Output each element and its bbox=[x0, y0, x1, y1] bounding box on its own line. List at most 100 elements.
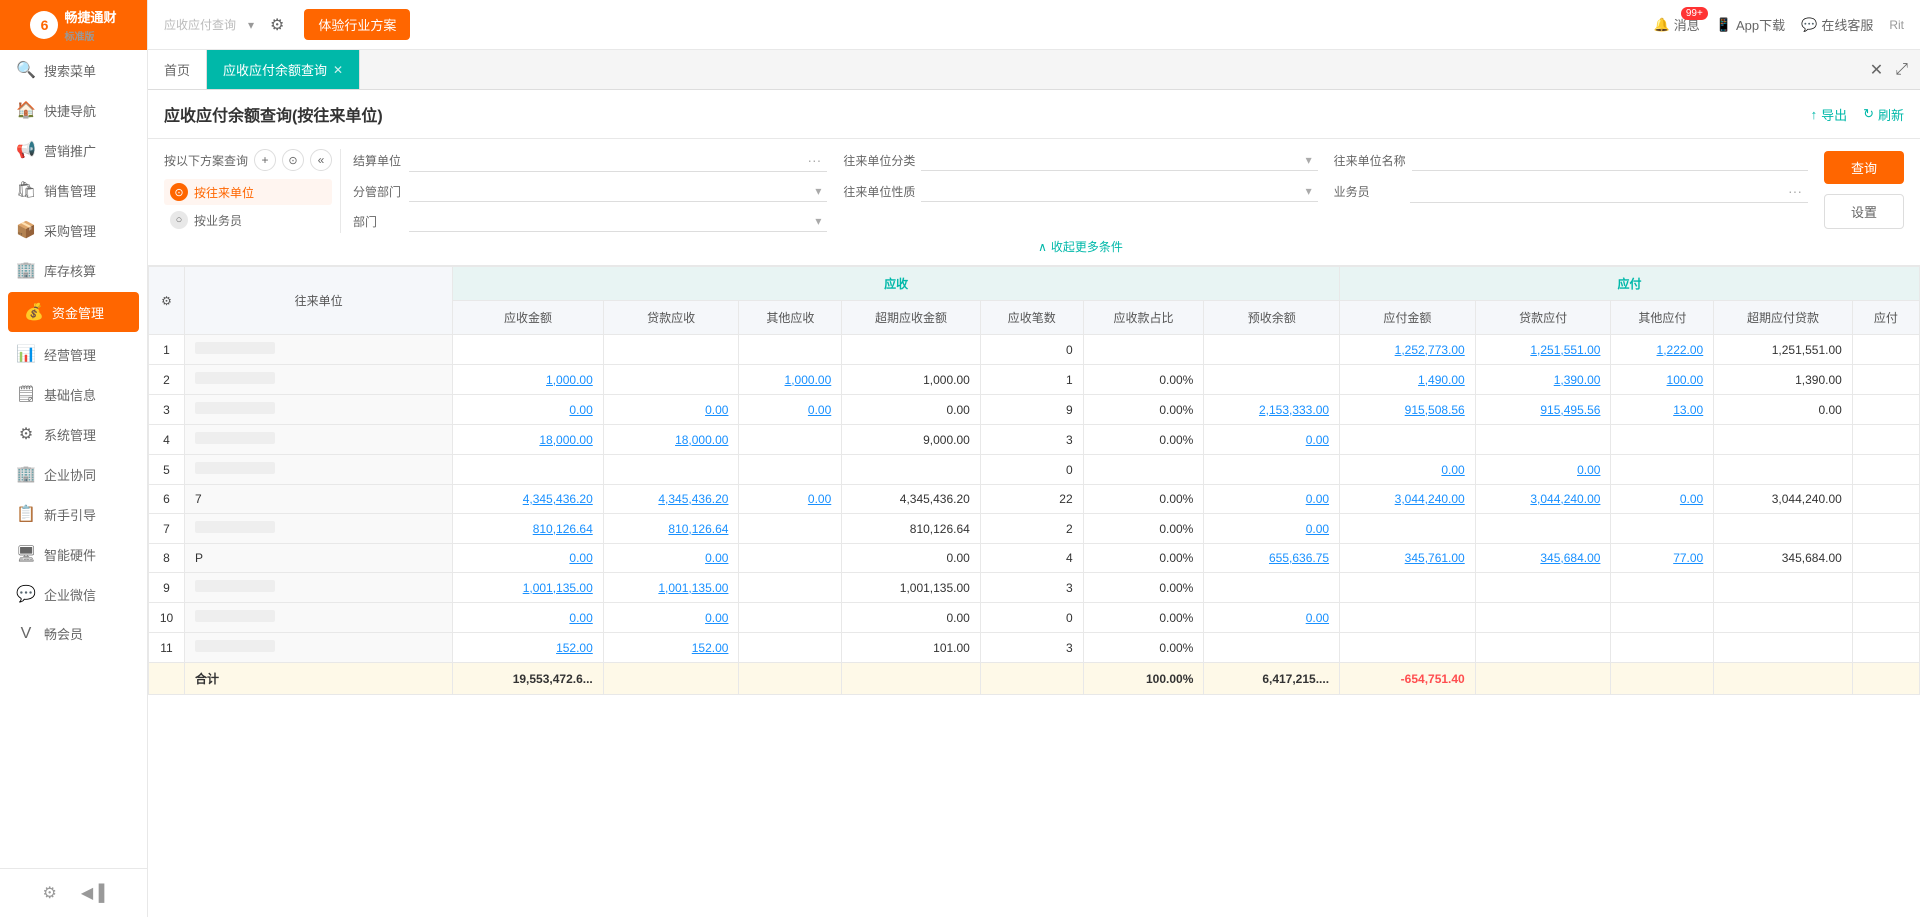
ar-loan-cell[interactable]: 152.00 bbox=[603, 633, 739, 663]
ar-amount-cell[interactable]: 0.00 bbox=[453, 603, 604, 633]
dept-managed-select[interactable]: ▾ bbox=[409, 181, 827, 202]
ap-amount-cell[interactable]: 1,252,773.00 bbox=[1340, 335, 1476, 365]
unit-category-select[interactable]: ▾ bbox=[921, 150, 1317, 171]
ar-overdue-cell[interactable]: 4,345,436.20 bbox=[842, 485, 981, 514]
unit-name-input[interactable] bbox=[1412, 150, 1808, 171]
sidebar-item-finance[interactable]: 💰 资金管理 bbox=[8, 292, 139, 332]
ar-amount-cell[interactable]: 0.00 bbox=[453, 395, 604, 425]
sidebar-item-marketing[interactable]: 📢 营销推广 bbox=[0, 130, 147, 170]
ar-other-cell[interactable]: 0.00 bbox=[739, 485, 842, 514]
tab-home[interactable]: 首页 bbox=[148, 50, 207, 89]
scheme-by-unit[interactable]: ⊙ 按往来单位 bbox=[164, 179, 332, 205]
settlement-unit-input[interactable]: ··· bbox=[409, 149, 827, 172]
ap-other-cell[interactable] bbox=[1611, 425, 1714, 455]
ap-amount-cell[interactable] bbox=[1340, 603, 1476, 633]
ar-other-cell[interactable]: 1,000.00 bbox=[739, 365, 842, 395]
ap-overdue-cell[interactable]: 1,251,551.00 bbox=[1714, 335, 1853, 365]
sidebar-item-guide[interactable]: 📋 新手引导 bbox=[0, 494, 147, 534]
ar-amount-cell[interactable] bbox=[453, 335, 604, 365]
ap-loan-cell[interactable] bbox=[1475, 425, 1611, 455]
ar-loan-cell[interactable]: 0.00 bbox=[603, 395, 739, 425]
ar-overdue-cell[interactable]: 101.00 bbox=[842, 633, 981, 663]
ap-other-cell[interactable] bbox=[1611, 633, 1714, 663]
sidebar-item-quick-nav[interactable]: 🏠 快捷导航 bbox=[0, 90, 147, 130]
ap-amount-cell[interactable]: 345,761.00 bbox=[1340, 544, 1476, 573]
ap-other-cell[interactable]: 1,222.00 bbox=[1611, 335, 1714, 365]
ap-overdue-cell[interactable] bbox=[1714, 425, 1853, 455]
ap-overdue-cell[interactable]: 0.00 bbox=[1714, 395, 1853, 425]
ap-amount-cell[interactable]: 0.00 bbox=[1340, 455, 1476, 485]
ar-prepay-cell[interactable] bbox=[1204, 573, 1340, 603]
ap-amount-cell[interactable] bbox=[1340, 633, 1476, 663]
ar-prepay-cell[interactable] bbox=[1204, 633, 1340, 663]
sidebar-item-vip[interactable]: V 畅会员 bbox=[0, 614, 147, 653]
ar-amount-cell[interactable]: 152.00 bbox=[453, 633, 604, 663]
notice-button[interactable]: 🔔 消息 99+ bbox=[1654, 15, 1700, 34]
ap-other-cell[interactable]: 100.00 bbox=[1611, 365, 1714, 395]
ap-other-cell[interactable]: 77.00 bbox=[1611, 544, 1714, 573]
ar-amount-cell[interactable]: 810,126.64 bbox=[453, 514, 604, 544]
ar-prepay-cell[interactable]: 0.00 bbox=[1204, 514, 1340, 544]
ap-amount-cell[interactable] bbox=[1340, 514, 1476, 544]
unit-nature-select[interactable]: ▾ bbox=[921, 181, 1317, 202]
collapse-button[interactable]: ∧ 收起更多条件 bbox=[1038, 238, 1123, 255]
settings-col-header[interactable]: ⚙ bbox=[149, 267, 185, 335]
ar-overdue-cell[interactable]: 1,001,135.00 bbox=[842, 573, 981, 603]
tab-expand-btn[interactable]: ⤢ bbox=[1891, 57, 1912, 83]
query-button[interactable]: 查询 bbox=[1824, 151, 1904, 184]
ar-loan-cell[interactable]: 0.00 bbox=[603, 544, 739, 573]
ar-amount-cell[interactable]: 4,345,436.20 bbox=[453, 485, 604, 514]
ap-other-cell[interactable]: 0.00 bbox=[1611, 485, 1714, 514]
salesperson-input[interactable]: ··· bbox=[1410, 180, 1808, 203]
ap-amount-cell[interactable] bbox=[1340, 425, 1476, 455]
ap-overdue-cell[interactable]: 1,390.00 bbox=[1714, 365, 1853, 395]
ar-overdue-cell[interactable] bbox=[842, 335, 981, 365]
ap-loan-cell[interactable]: 345,684.00 bbox=[1475, 544, 1611, 573]
sidebar-item-sales[interactable]: 🛍 销售管理 bbox=[0, 170, 147, 210]
ar-prepay-cell[interactable]: 2,153,333.00 bbox=[1204, 395, 1340, 425]
ap-overdue-cell[interactable]: 3,044,240.00 bbox=[1714, 485, 1853, 514]
settings-scheme-btn[interactable]: ⊙ bbox=[282, 149, 304, 171]
ap-amount-cell[interactable] bbox=[1340, 573, 1476, 603]
export-button[interactable]: ↑ 导出 bbox=[1811, 105, 1848, 124]
ar-loan-cell[interactable] bbox=[603, 455, 739, 485]
ar-other-cell[interactable] bbox=[739, 514, 842, 544]
app-download-button[interactable]: 📱 App下载 bbox=[1716, 15, 1785, 34]
sidebar-item-hardware[interactable]: 🖥 智能硬件 bbox=[0, 534, 147, 574]
ap-loan-cell[interactable]: 915,495.56 bbox=[1475, 395, 1611, 425]
user-menu[interactable]: Rit bbox=[1889, 18, 1904, 32]
ap-loan-cell[interactable] bbox=[1475, 603, 1611, 633]
sidebar-item-enterprise[interactable]: 🏢 企业协同 bbox=[0, 454, 147, 494]
sidebar-item-wechat[interactable]: 💬 企业微信 bbox=[0, 574, 147, 614]
ar-overdue-cell[interactable] bbox=[842, 455, 981, 485]
tab-close-icon[interactable]: ✕ bbox=[333, 63, 343, 77]
sidebar-item-system[interactable]: ⚙ 系统管理 bbox=[0, 414, 147, 454]
ar-loan-cell[interactable] bbox=[603, 365, 739, 395]
ar-other-cell[interactable] bbox=[739, 573, 842, 603]
sidebar-settings-btn[interactable]: ⚙ bbox=[33, 877, 67, 909]
ar-other-cell[interactable] bbox=[739, 335, 842, 365]
ar-amount-cell[interactable]: 0.00 bbox=[453, 544, 604, 573]
refresh-button[interactable]: ↻ 刷新 bbox=[1863, 105, 1904, 124]
ap-overdue-cell[interactable] bbox=[1714, 603, 1853, 633]
collapse-scheme-btn[interactable]: « bbox=[310, 149, 332, 171]
ar-loan-cell[interactable]: 18,000.00 bbox=[603, 425, 739, 455]
ar-prepay-cell[interactable]: 0.00 bbox=[1204, 603, 1340, 633]
ap-other-cell[interactable] bbox=[1611, 514, 1714, 544]
ar-loan-cell[interactable]: 4,345,436.20 bbox=[603, 485, 739, 514]
set-button[interactable]: 设置 bbox=[1824, 194, 1904, 229]
ap-loan-cell[interactable]: 0.00 bbox=[1475, 455, 1611, 485]
ap-loan-cell[interactable] bbox=[1475, 573, 1611, 603]
ar-other-cell[interactable] bbox=[739, 544, 842, 573]
ar-other-cell[interactable] bbox=[739, 603, 842, 633]
ar-loan-cell[interactable]: 0.00 bbox=[603, 603, 739, 633]
promo-button[interactable]: 体验行业方案 bbox=[304, 9, 410, 40]
ar-prepay-cell[interactable]: 655,636.75 bbox=[1204, 544, 1340, 573]
ar-amount-cell[interactable]: 18,000.00 bbox=[453, 425, 604, 455]
ap-overdue-cell[interactable] bbox=[1714, 573, 1853, 603]
sidebar-item-basic-info[interactable]: 🗒 基础信息 bbox=[0, 374, 147, 414]
ap-loan-cell[interactable]: 1,251,551.00 bbox=[1475, 335, 1611, 365]
ar-other-cell[interactable] bbox=[739, 633, 842, 663]
ap-other-cell[interactable] bbox=[1611, 455, 1714, 485]
scheme-by-staff[interactable]: ○ 按业务员 bbox=[164, 207, 332, 233]
